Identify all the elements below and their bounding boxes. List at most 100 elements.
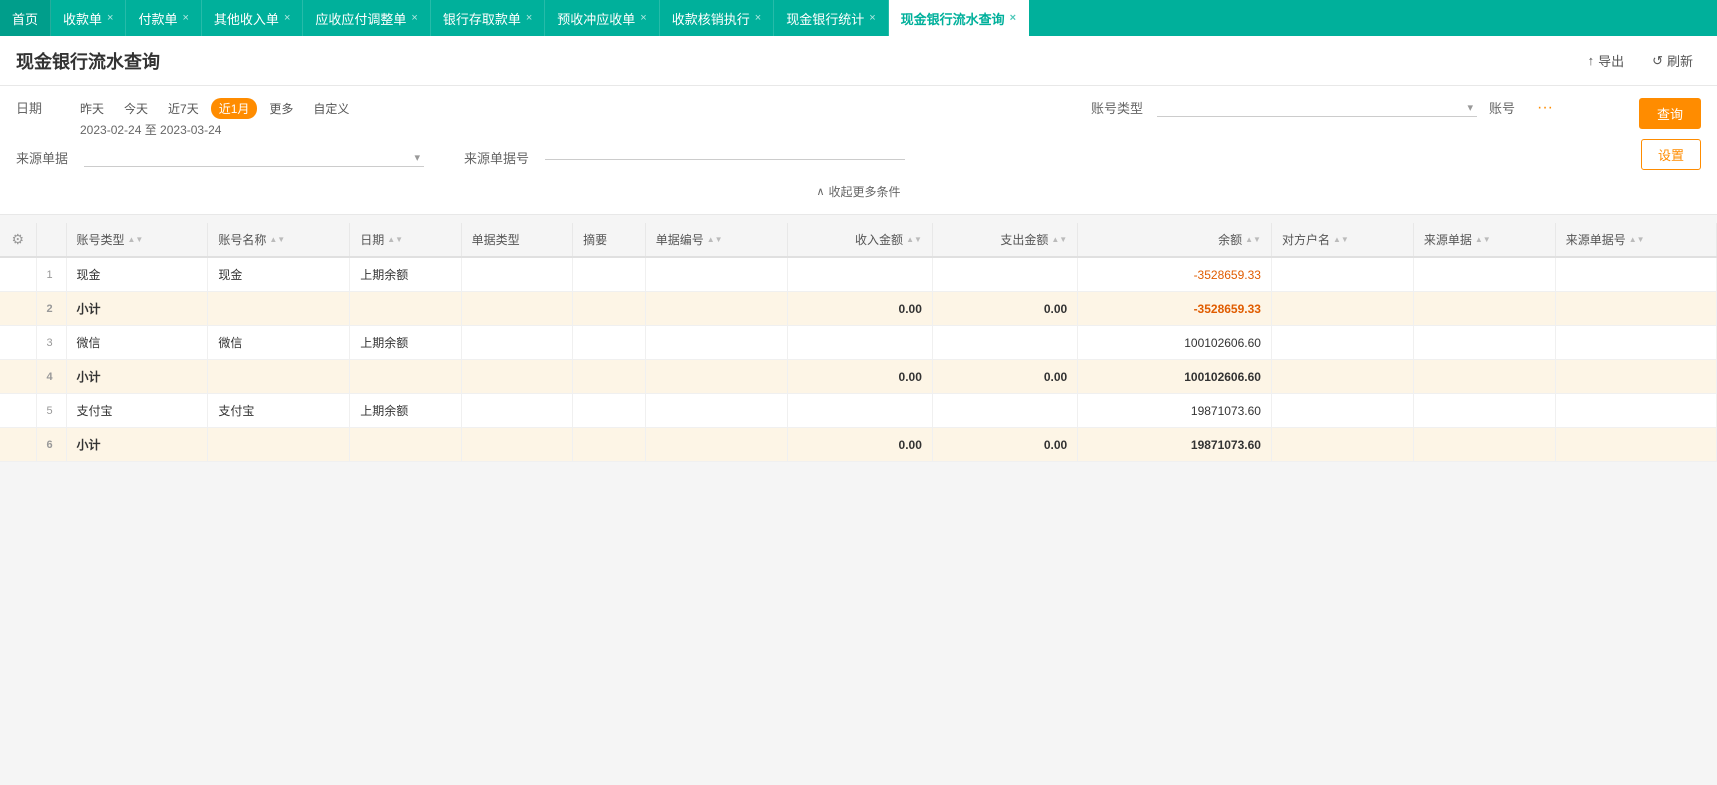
th-settings[interactable]: ⚙	[0, 223, 36, 257]
nav-label-bank-stats: 现金银行统计	[786, 9, 864, 28]
td-expense: 0.00	[932, 360, 1077, 394]
th-expense[interactable]: 支出金额 ▲▼	[932, 223, 1077, 257]
export-button[interactable]: ↑ 导出	[1580, 47, 1633, 74]
date-btn-custom[interactable]: 自定义	[305, 98, 357, 119]
account-type-select[interactable]: ▾	[1157, 99, 1477, 117]
td-row-num: 4	[36, 360, 66, 394]
td-row-num: 3	[36, 326, 66, 360]
nav-item-advance[interactable]: 预收冲应收单 ×	[545, 0, 659, 36]
nav-item-adjustment[interactable]: 应收应付调整单 ×	[303, 0, 430, 36]
nav-close-adjustment[interactable]: ×	[411, 12, 417, 24]
td-source-doc	[1413, 428, 1555, 462]
source-doc-arrow-icon: ▾	[414, 151, 420, 164]
nav-close-payment[interactable]: ×	[182, 12, 188, 24]
td-row-num: 2	[36, 292, 66, 326]
nav-close-bank-flow[interactable]: ×	[1010, 12, 1016, 24]
th-row-num	[36, 223, 66, 257]
td-counterpart	[1271, 428, 1413, 462]
date-btn-1month[interactable]: 近1月	[211, 98, 258, 119]
date-btn-more[interactable]: 更多	[261, 98, 301, 119]
td-account-name: 微信	[208, 326, 350, 360]
sort-account-name-icon: ▲▼	[269, 236, 285, 244]
nav-close-bank-deposit[interactable]: ×	[526, 12, 532, 24]
nav-item-other-income[interactable]: 其他收入单 ×	[202, 0, 303, 36]
td-source-doc-no	[1555, 292, 1716, 326]
table-body: 1 现金 现金 上期余额 -3528659.33 2 小计 0.00 0.00 …	[0, 257, 1717, 462]
td-source-doc-no	[1555, 257, 1716, 292]
td-balance: 100102606.60	[1078, 360, 1272, 394]
nav-label-bank-deposit: 银行存取款单	[443, 9, 521, 28]
source-doc-no-input[interactable]	[545, 155, 905, 160]
nav-close-receipt[interactable]: ×	[107, 12, 113, 24]
header-actions: ↑ 导出 ↺ 刷新	[1580, 47, 1701, 74]
date-options: 昨天 今天 近7天 近1月 更多 自定义	[72, 98, 357, 119]
nav-item-bank-deposit[interactable]: 银行存取款单 ×	[431, 0, 545, 36]
nav-item-receipt[interactable]: 收款单 ×	[51, 0, 126, 36]
td-counterpart	[1271, 360, 1413, 394]
td-doc-type	[461, 428, 572, 462]
td-balance: 100102606.60	[1078, 326, 1272, 360]
nav-item-home[interactable]: 首页	[0, 0, 51, 36]
sort-income-icon: ▲▼	[906, 236, 922, 244]
source-doc-no-label: 来源单据号	[464, 148, 529, 167]
th-income[interactable]: 收入金额 ▲▼	[787, 223, 932, 257]
collapse-icon: ∧	[816, 185, 824, 198]
nav-close-collection-exec[interactable]: ×	[755, 12, 761, 24]
th-doc-no[interactable]: 单据编号 ▲▼	[645, 223, 787, 257]
th-source-doc[interactable]: 来源单据 ▲▼	[1413, 223, 1555, 257]
td-row-num: 5	[36, 394, 66, 428]
nav-label-home: 首页	[12, 9, 38, 28]
td-balance: -3528659.33	[1078, 257, 1272, 292]
collapse-bar[interactable]: ∧ 收起更多条件	[16, 177, 1701, 202]
table-row: 2 小计 0.00 0.00 -3528659.33	[0, 292, 1717, 326]
nav-close-advance[interactable]: ×	[640, 12, 646, 24]
th-balance[interactable]: 余额 ▲▼	[1078, 223, 1272, 257]
td-summary	[573, 257, 646, 292]
td-expense	[932, 394, 1077, 428]
table-row: 5 支付宝 支付宝 上期余额 19871073.60	[0, 394, 1717, 428]
date-btn-today[interactable]: 今天	[116, 98, 156, 119]
td-doc-type	[461, 292, 572, 326]
td-source-doc	[1413, 326, 1555, 360]
td-row-num: 1	[36, 257, 66, 292]
td-date	[350, 292, 461, 326]
date-btn-yesterday[interactable]: 昨天	[72, 98, 112, 119]
td-balance: -3528659.33	[1078, 292, 1272, 326]
td-source-doc-no	[1555, 394, 1716, 428]
th-date[interactable]: 日期 ▲▼	[350, 223, 461, 257]
th-source-doc-no[interactable]: 来源单据号 ▲▼	[1555, 223, 1716, 257]
td-doc-type	[461, 360, 572, 394]
nav-close-bank-stats[interactable]: ×	[869, 12, 875, 24]
source-doc-select[interactable]: ▾	[84, 149, 424, 167]
settings-button[interactable]: 设置	[1641, 139, 1701, 170]
td-income: 0.00	[787, 428, 932, 462]
sort-expense-icon: ▲▼	[1051, 236, 1067, 244]
td-expense: 0.00	[932, 428, 1077, 462]
nav-item-collection-exec[interactable]: 收款核销执行 ×	[660, 0, 774, 36]
account-type-arrow-icon: ▾	[1467, 101, 1473, 114]
td-settings-cell	[0, 326, 36, 360]
td-source-doc	[1413, 360, 1555, 394]
nav-close-other-income[interactable]: ×	[284, 12, 290, 24]
nav-item-payment[interactable]: 付款单 ×	[126, 0, 201, 36]
td-settings-cell	[0, 394, 36, 428]
table-container: ⚙ 账号类型 ▲▼ 账号名称 ▲▼	[0, 223, 1717, 462]
td-source-doc	[1413, 394, 1555, 428]
sort-source-doc-icon: ▲▼	[1475, 236, 1491, 244]
nav-item-bank-stats[interactable]: 现金银行统计 ×	[774, 0, 888, 36]
td-income: 0.00	[787, 360, 932, 394]
refresh-button[interactable]: ↺ 刷新	[1644, 47, 1701, 74]
nav-item-bank-flow[interactable]: 现金银行流水查询 ×	[889, 0, 1029, 36]
td-summary	[573, 326, 646, 360]
td-counterpart	[1271, 257, 1413, 292]
date-btn-7days[interactable]: 近7天	[160, 98, 207, 119]
td-counterpart	[1271, 326, 1413, 360]
th-account-name[interactable]: 账号名称 ▲▼	[208, 223, 350, 257]
date-range-display: 2023-02-24 至 2023-03-24	[80, 121, 357, 138]
account-dots[interactable]: ···	[1537, 99, 1553, 117]
nav-label-advance: 预收冲应收单	[557, 9, 635, 28]
th-counterpart[interactable]: 对方户名 ▲▼	[1271, 223, 1413, 257]
th-account-type[interactable]: 账号类型 ▲▼	[66, 223, 208, 257]
nav-label-receipt: 收款单	[63, 9, 102, 28]
query-button[interactable]: 查询	[1639, 98, 1701, 129]
